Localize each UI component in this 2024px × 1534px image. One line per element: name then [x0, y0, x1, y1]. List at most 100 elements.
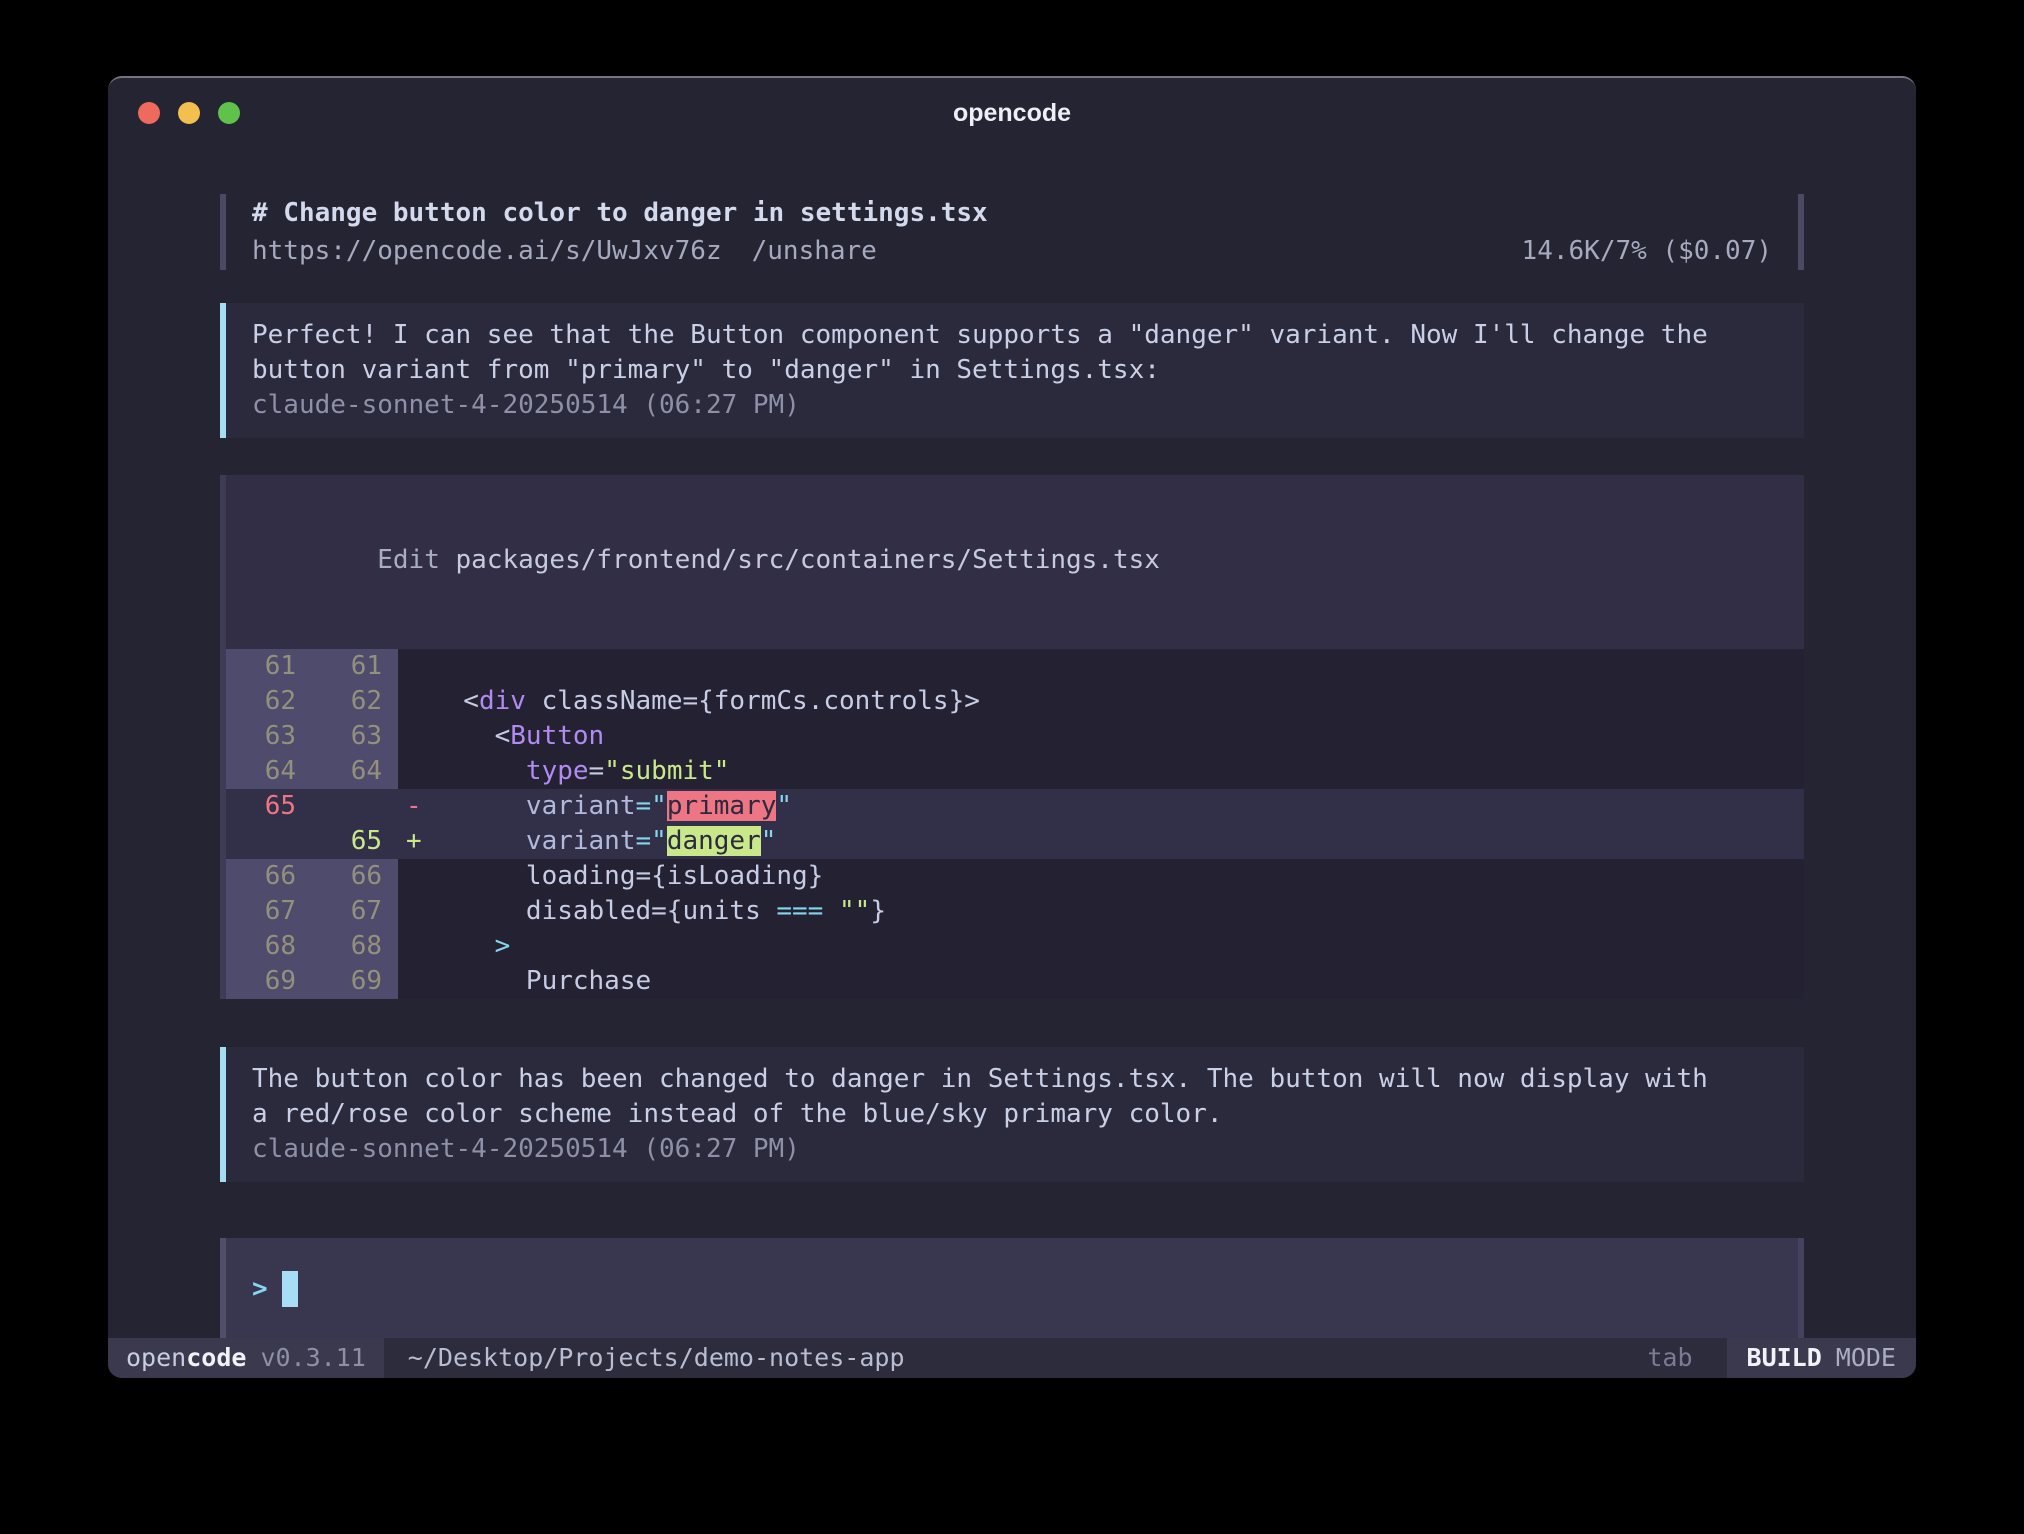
code-token: =" — [636, 791, 667, 821]
diff-row: 6161 — [226, 649, 1804, 684]
diff-row: 6666 loading={isLoading} — [226, 859, 1804, 894]
old-line-number: 64 — [226, 754, 312, 789]
mode-chip[interactable]: BUILDMODE — [1727, 1338, 1916, 1378]
code-token: "" — [839, 896, 870, 926]
old-line-number — [226, 824, 312, 859]
code-token: variant — [432, 826, 636, 856]
old-line-number: 63 — [226, 719, 312, 754]
diff-marker — [398, 754, 432, 789]
working-directory: ~/Desktop/Projects/demo-notes-app — [408, 1338, 905, 1378]
new-line-number: 67 — [312, 894, 398, 929]
maximize-button[interactable] — [218, 102, 240, 124]
edit-action-label: Edit — [377, 545, 455, 575]
code-line: > — [432, 929, 1804, 964]
app-name-suffix: code — [186, 1343, 246, 1372]
diff-row: 6767 disabled={units === ""} — [226, 894, 1804, 929]
code-line: <Button — [432, 719, 1804, 754]
code-token — [432, 931, 495, 961]
old-line-number: 66 — [226, 859, 312, 894]
old-line-number: 61 — [226, 649, 312, 684]
title-bar[interactable]: opencode — [108, 78, 1916, 148]
new-line-number: 69 — [312, 964, 398, 999]
session-meta-row: https://opencode.ai/s/UwJxv76z/unshare 1… — [252, 232, 1798, 270]
new-line-number — [312, 789, 398, 824]
prompt-input[interactable]: > — [220, 1238, 1804, 1340]
context-usage: 14.6K/7% ($0.07) — [1522, 232, 1772, 270]
diff-marker — [398, 684, 432, 719]
new-line-number: 62 — [312, 684, 398, 719]
new-line-number: 66 — [312, 859, 398, 894]
code-token — [432, 756, 526, 786]
diff-marker — [398, 859, 432, 894]
diff-marker: + — [398, 824, 432, 859]
main-content: # Change button color to danger in setti… — [108, 194, 1916, 1378]
opencode-window: opencode # Change button color to danger… — [108, 76, 1916, 1378]
old-line-number: 67 — [226, 894, 312, 929]
code-token: Purchase — [432, 966, 651, 996]
old-line-number: 68 — [226, 929, 312, 964]
diff-row: 6464 type="submit" — [226, 754, 1804, 789]
code-token: } — [870, 896, 886, 926]
code-line — [432, 649, 1804, 684]
diff-row: 6969 Purchase — [226, 964, 1804, 999]
code-line: disabled={units === ""} — [432, 894, 1804, 929]
new-line-number: 68 — [312, 929, 398, 964]
code-token: < — [432, 686, 479, 716]
diff-row: 6868 > — [226, 929, 1804, 964]
old-line-number: 69 — [226, 964, 312, 999]
code-line: <div className={formCs.controls}> — [432, 684, 1804, 719]
status-bar-spacer — [905, 1338, 1648, 1378]
code-token: className={formCs.controls}> — [526, 686, 980, 716]
unshare-command[interactable]: /unshare — [752, 236, 877, 266]
diff-marker — [398, 964, 432, 999]
old-line-number: 65 — [226, 789, 312, 824]
session-header: # Change button color to danger in setti… — [220, 194, 1804, 270]
tab-key-hint: tab — [1647, 1338, 1692, 1378]
edit-header: Edit packages/frontend/src/containers/Se… — [226, 475, 1804, 649]
app-version: v0.3.11 — [260, 1343, 365, 1372]
edit-tool-card: Edit packages/frontend/src/containers/Se… — [220, 475, 1804, 999]
code-token: danger — [667, 826, 761, 856]
traffic-lights — [138, 78, 240, 148]
old-line-number: 62 — [226, 684, 312, 719]
code-token: < — [432, 721, 510, 751]
code-token: "submit" — [604, 756, 729, 786]
code-token: " — [761, 826, 777, 856]
code-token: === — [776, 896, 823, 926]
prompt-symbol: > — [252, 1274, 268, 1304]
session-title: # Change button color to danger in setti… — [252, 194, 1798, 232]
app-name-prefix: open — [126, 1343, 186, 1372]
code-line: variant="danger" — [432, 824, 1804, 859]
code-token: primary — [667, 791, 777, 821]
code-token: loading={isLoading} — [432, 861, 823, 891]
code-token: type — [526, 756, 589, 786]
new-line-number: 64 — [312, 754, 398, 789]
diff-row: 65 - variant="primary" — [226, 789, 1804, 824]
assistant-message: Perfect! I can see that the Button compo… — [220, 303, 1804, 438]
session-url-row: https://opencode.ai/s/UwJxv76z/unshare — [252, 232, 877, 270]
diff-view: 61616262 <div className={formCs.controls… — [226, 649, 1804, 999]
diff-row: 6363 <Button — [226, 719, 1804, 754]
minimize-button[interactable] — [178, 102, 200, 124]
diff-marker: - — [398, 789, 432, 824]
diff-marker — [398, 719, 432, 754]
share-url-link[interactable]: https://opencode.ai/s/UwJxv76z — [252, 236, 722, 266]
app-version-chip: opencode v0.3.11 — [108, 1338, 384, 1378]
code-line: type="submit" — [432, 754, 1804, 789]
message-model-timestamp: claude-sonnet-4-20250514 (06:27 PM) — [252, 1132, 1804, 1167]
diff-marker — [398, 929, 432, 964]
mode-label: MODE — [1836, 1343, 1896, 1372]
code-line: variant="primary" — [432, 789, 1804, 824]
diff-marker — [398, 649, 432, 684]
message-model-timestamp: claude-sonnet-4-20250514 (06:27 PM) — [252, 388, 1804, 423]
code-token: div — [479, 686, 526, 716]
code-token: disabled={units — [432, 896, 776, 926]
assistant-message: The button color has been changed to dan… — [220, 1047, 1804, 1182]
code-token: Button — [510, 721, 604, 751]
new-line-number: 65 — [312, 824, 398, 859]
close-button[interactable] — [138, 102, 160, 124]
message-text: Perfect! I can see that the Button compo… — [252, 318, 1804, 388]
code-token: =" — [636, 826, 667, 856]
code-token: = — [589, 756, 605, 786]
message-text: The button color has been changed to dan… — [252, 1062, 1804, 1132]
